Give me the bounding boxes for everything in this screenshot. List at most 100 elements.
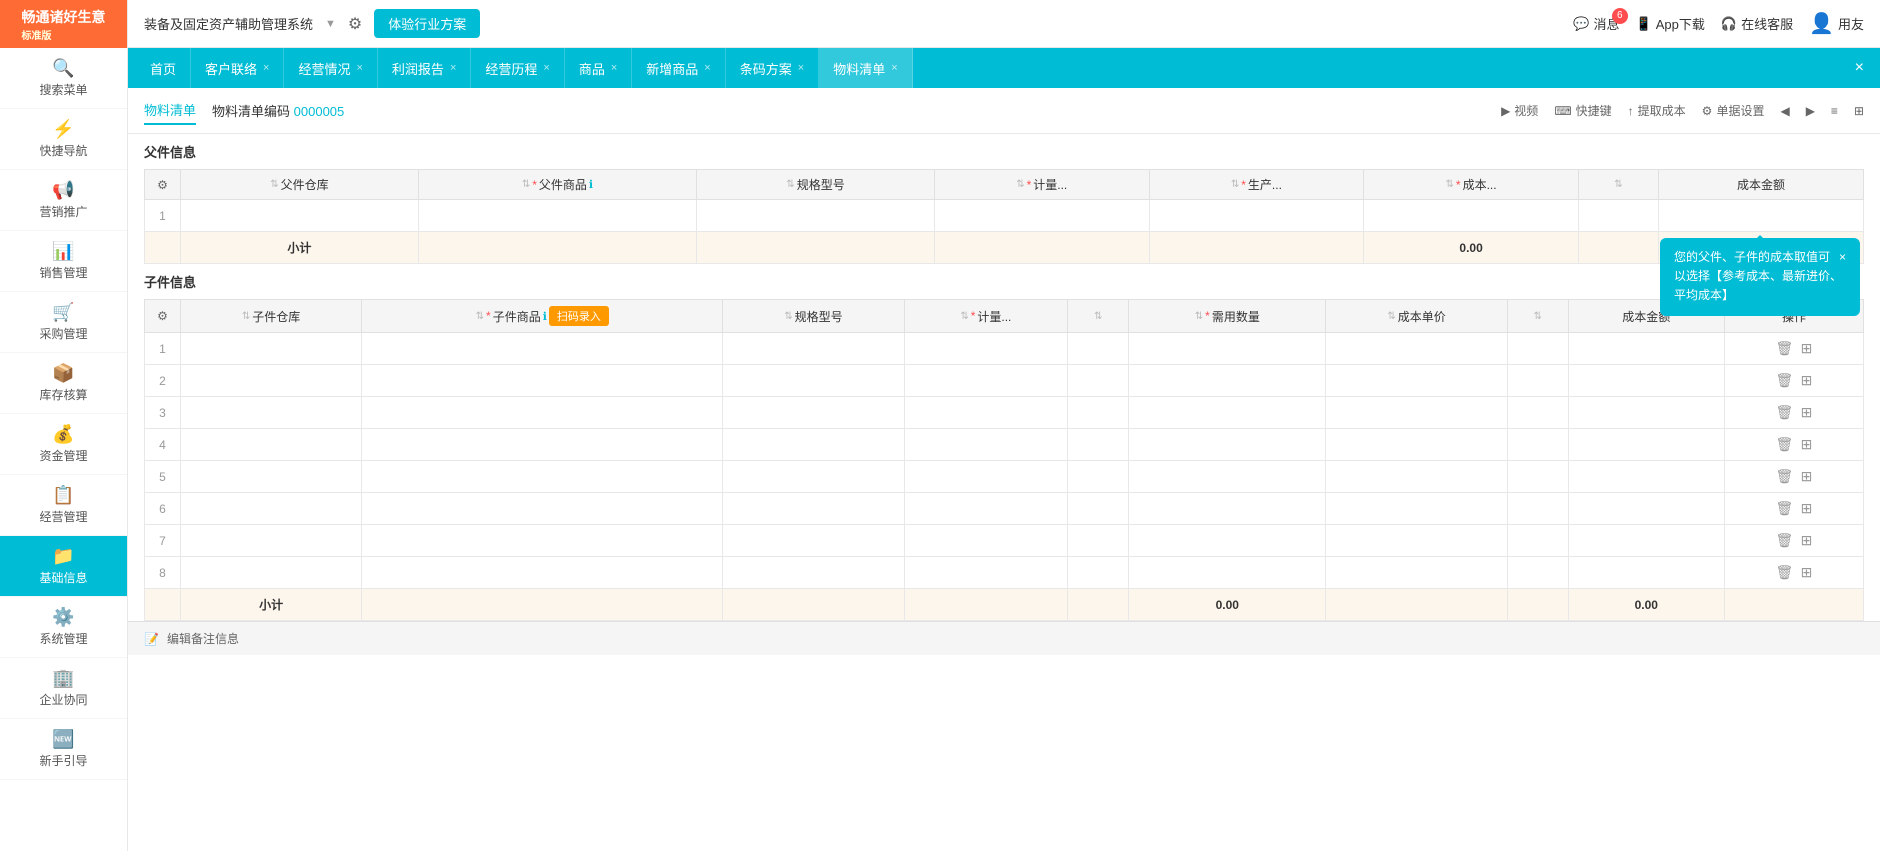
copy-icon[interactable]: ⊞ xyxy=(1801,500,1813,516)
child-row-3-extra2[interactable] xyxy=(1507,397,1568,429)
parent-row-1-extra[interactable] xyxy=(1578,200,1658,232)
child-row-4-warehouse[interactable] xyxy=(181,429,362,461)
tab-bom-close[interactable]: × xyxy=(891,62,897,74)
notifications-btn[interactable]: 💬 消息 6 xyxy=(1573,14,1619,33)
tab-barcode[interactable]: 条码方案 × xyxy=(726,48,819,88)
parent-row-1-produce[interactable] xyxy=(1149,200,1364,232)
child-row-1-product[interactable] xyxy=(362,333,723,365)
parent-row-1-product[interactable] xyxy=(418,200,696,232)
child-row-1-qty[interactable] xyxy=(1129,333,1326,365)
csort-6[interactable]: ⇅ xyxy=(1195,311,1203,322)
child-row-2-spec[interactable] xyxy=(723,365,904,397)
sidebar-item-inventory[interactable]: 📦 库存核算 xyxy=(0,353,127,414)
child-row-4-qty[interactable] xyxy=(1129,429,1326,461)
csort-4[interactable]: ⇅ xyxy=(960,311,968,322)
note-label[interactable]: 编辑备注信息 xyxy=(167,630,239,647)
child-row-3-product[interactable] xyxy=(362,397,723,429)
child-row-7-unit-cost[interactable] xyxy=(1326,525,1507,557)
csort-7[interactable]: ⇅ xyxy=(1387,311,1395,322)
child-row-4-unit[interactable] xyxy=(904,429,1068,461)
child-row-5-unit-cost[interactable] xyxy=(1326,461,1507,493)
child-row-3-spec[interactable] xyxy=(723,397,904,429)
sort-icon-5[interactable]: ⇅ xyxy=(1231,179,1239,190)
sort-icon[interactable]: ⇅ xyxy=(270,179,278,190)
sub-tab-bom-list[interactable]: 物料清单 xyxy=(144,96,196,125)
child-row-6-qty[interactable] xyxy=(1129,493,1326,525)
sort-icon-4[interactable]: ⇅ xyxy=(1016,179,1024,190)
child-row-7-extra2[interactable] xyxy=(1507,525,1568,557)
child-row-1-extra2[interactable] xyxy=(1507,333,1568,365)
parent-row-1-warehouse[interactable] xyxy=(181,200,419,232)
child-row-8-unit[interactable] xyxy=(904,557,1068,589)
experience-btn[interactable]: 体验行业方案 xyxy=(374,9,480,38)
sidebar-item-quicknav[interactable]: ⚡ 快捷导航 xyxy=(0,109,127,170)
child-row-8-product[interactable] xyxy=(362,557,723,589)
child-row-2-qty[interactable] xyxy=(1129,365,1326,397)
tab-profit[interactable]: 利润报告 × xyxy=(378,48,471,88)
child-row-2-extra[interactable] xyxy=(1068,365,1129,397)
parent-row-1-unit[interactable] xyxy=(934,200,1149,232)
tab-history-close[interactable]: × xyxy=(543,62,549,74)
child-row-3-unit[interactable] xyxy=(904,397,1068,429)
delete-icon[interactable]: 🗑 xyxy=(1776,340,1794,356)
child-row-8-unit-cost[interactable] xyxy=(1326,557,1507,589)
sidebar-item-system[interactable]: ⚙️ 系统管理 xyxy=(0,597,127,658)
child-row-1-unit-cost[interactable] xyxy=(1326,333,1507,365)
child-row-3-qty[interactable] xyxy=(1129,397,1326,429)
sidebar-item-marketing[interactable]: 📢 营销推广 xyxy=(0,170,127,231)
csort-1[interactable]: ⇅ xyxy=(242,311,250,322)
copy-icon[interactable]: ⊞ xyxy=(1801,404,1813,420)
child-row-5-extra2[interactable] xyxy=(1507,461,1568,493)
child-row-3-extra[interactable] xyxy=(1068,397,1129,429)
child-row-5-qty[interactable] xyxy=(1129,461,1326,493)
tooltip-close[interactable]: × xyxy=(1839,248,1846,267)
tab-goods-close[interactable]: × xyxy=(611,62,617,74)
child-row-6-spec[interactable] xyxy=(723,493,904,525)
child-row-5-unit[interactable] xyxy=(904,461,1068,493)
child-row-8-extra[interactable] xyxy=(1068,557,1129,589)
sidebar-item-search[interactable]: 🔍 搜索菜单 xyxy=(0,48,127,109)
csort-5[interactable]: ⇅ xyxy=(1094,311,1102,322)
child-row-2-warehouse[interactable] xyxy=(181,365,362,397)
delete-icon[interactable]: 🗑 xyxy=(1776,532,1794,548)
parent-th-settings[interactable]: ⚙ xyxy=(145,170,181,200)
sidebar-item-sales[interactable]: 📊 销售管理 xyxy=(0,231,127,292)
action-doc-settings[interactable]: ⚙ 单据设置 xyxy=(1702,102,1765,119)
tab-home[interactable]: 首页 xyxy=(136,48,191,88)
action-video[interactable]: ▶ 视频 xyxy=(1501,102,1538,119)
delete-icon[interactable]: 🗑 xyxy=(1776,500,1794,516)
sidebar-item-guide[interactable]: 🆕 新手引导 xyxy=(0,719,127,780)
nav-next[interactable]: ▶ xyxy=(1806,104,1815,118)
nav-menu[interactable]: ≡ xyxy=(1831,104,1838,118)
parent-row-1-spec[interactable] xyxy=(697,200,935,232)
child-row-1-spec[interactable] xyxy=(723,333,904,365)
child-row-8-qty[interactable] xyxy=(1129,557,1326,589)
child-row-2-product[interactable] xyxy=(362,365,723,397)
sidebar-item-operation[interactable]: 📋 经营管理 xyxy=(0,475,127,536)
child-row-7-qty[interactable] xyxy=(1129,525,1326,557)
sidebar-item-basic[interactable]: 📁 基础信息 xyxy=(0,536,127,597)
sidebar-item-enterprise[interactable]: 🏢 企业协同 xyxy=(0,658,127,719)
csort-3[interactable]: ⇅ xyxy=(784,311,792,322)
nav-expand[interactable]: ⊞ xyxy=(1854,104,1864,118)
tab-profit-close[interactable]: × xyxy=(450,62,456,74)
tab-operation[interactable]: 经营情况 × xyxy=(284,48,377,88)
tab-customer-close[interactable]: × xyxy=(263,62,269,74)
child-row-2-extra2[interactable] xyxy=(1507,365,1568,397)
child-row-3-unit-cost[interactable] xyxy=(1326,397,1507,429)
child-row-1-extra[interactable] xyxy=(1068,333,1129,365)
sort-icon-7[interactable]: ⇅ xyxy=(1614,179,1622,190)
child-row-5-extra[interactable] xyxy=(1068,461,1129,493)
sidebar-item-purchase[interactable]: 🛒 采购管理 xyxy=(0,292,127,353)
child-row-8-extra2[interactable] xyxy=(1507,557,1568,589)
child-row-6-extra2[interactable] xyxy=(1507,493,1568,525)
action-shortcut[interactable]: ⌨ 快捷键 xyxy=(1554,102,1611,119)
sort-icon-6[interactable]: ⇅ xyxy=(1446,179,1454,190)
copy-icon[interactable]: ⊞ xyxy=(1801,436,1813,452)
child-row-7-unit[interactable] xyxy=(904,525,1068,557)
delete-icon[interactable]: 🗑 xyxy=(1776,436,1794,452)
app-download-btn[interactable]: 📱 App下载 xyxy=(1636,14,1705,33)
child-row-2-unit[interactable] xyxy=(904,365,1068,397)
tab-bom[interactable]: 物料清单 × xyxy=(819,48,912,88)
scan-btn[interactable]: 扫码录入 xyxy=(549,306,609,326)
